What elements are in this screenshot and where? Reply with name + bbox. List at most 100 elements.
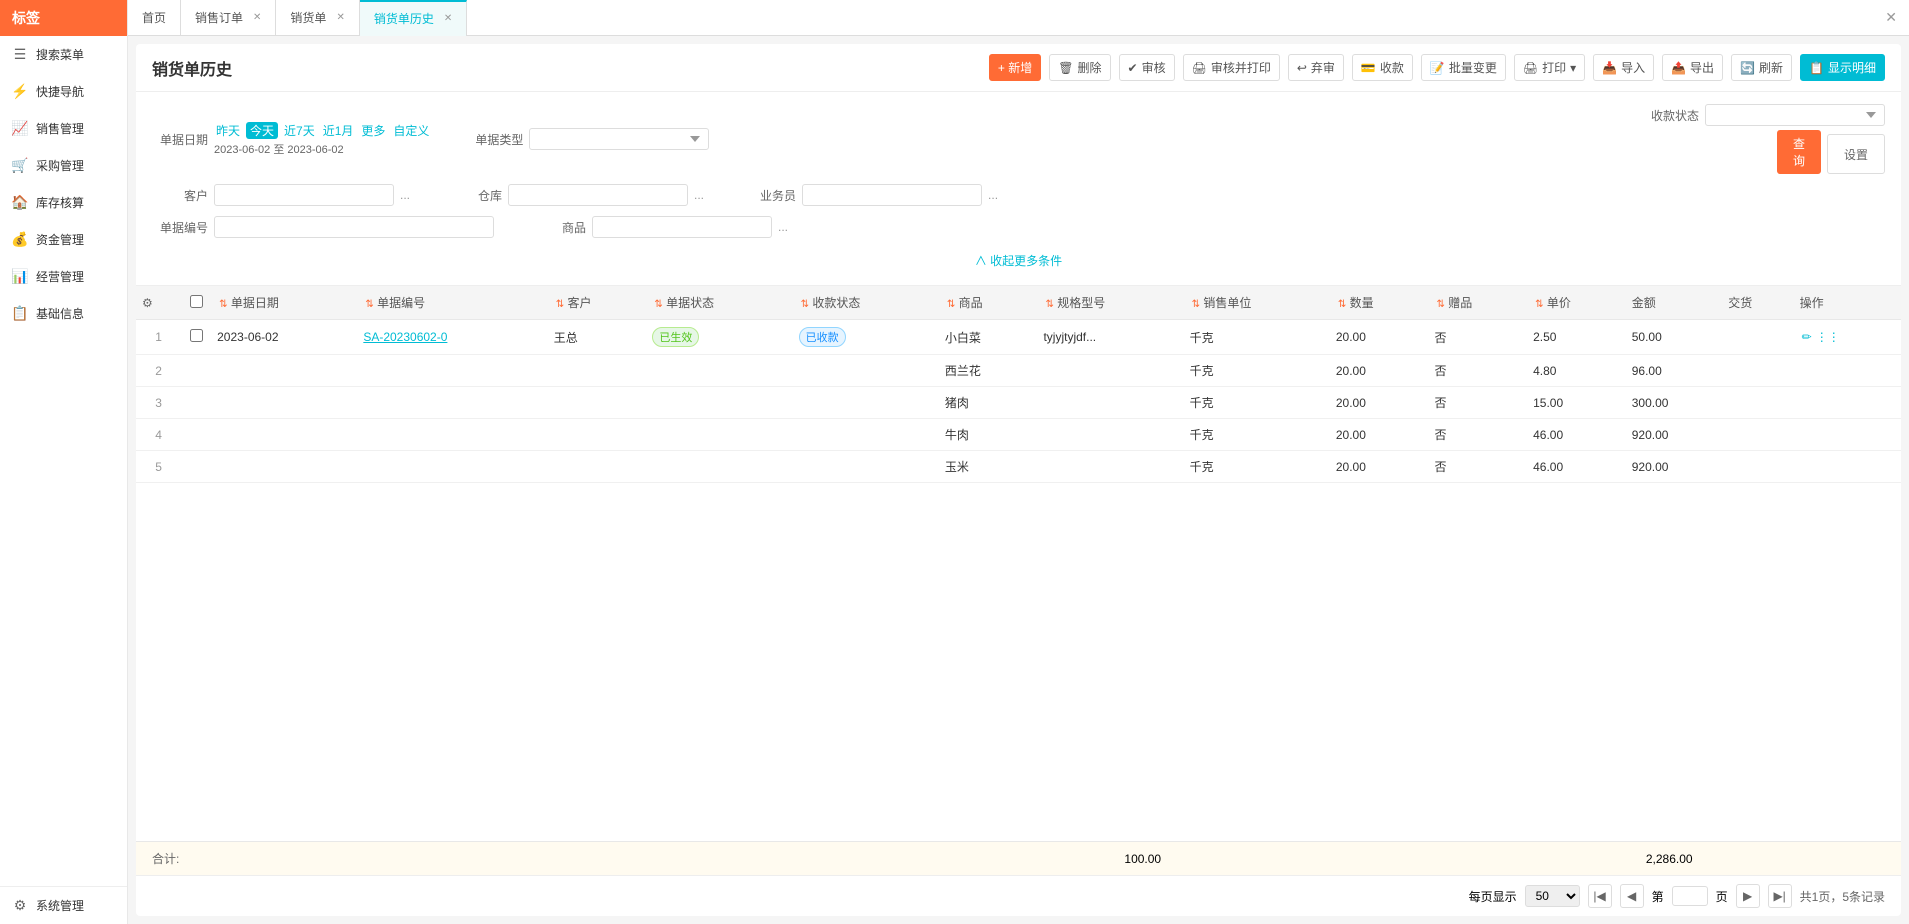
page-input[interactable]: 1 bbox=[1672, 886, 1708, 906]
delete-button[interactable]: 🗑 删除 bbox=[1049, 54, 1110, 81]
new-button[interactable]: + 新增 bbox=[989, 54, 1041, 81]
more-action[interactable]: ⋮⋮ bbox=[1816, 330, 1840, 344]
shortcut-1month[interactable]: 近1月 bbox=[321, 122, 356, 139]
shortcut-yesterday[interactable]: 昨天 bbox=[214, 122, 242, 139]
shortcut-7days[interactable]: 近7天 bbox=[282, 122, 317, 139]
select-all-checkbox[interactable] bbox=[190, 295, 203, 308]
filter-row-1: 单据日期 昨天 今天 近7天 近1月 更多 自定义 2023-06-02 至 2… bbox=[152, 104, 1885, 174]
col-header-customer: ⇅ 客户 bbox=[548, 286, 647, 320]
refresh-button[interactable]: 🔄 刷新 bbox=[1731, 54, 1792, 81]
first-page-button[interactable]: |◀ bbox=[1588, 884, 1612, 908]
row-goods: 西兰花 bbox=[939, 355, 1038, 387]
table-row: 3 猪肉 千克 20.00 否 15.00 300.00 bbox=[136, 387, 1901, 419]
row-amount: 50.00 bbox=[1626, 320, 1723, 355]
tab-sales-order-close[interactable]: ✕ bbox=[253, 12, 261, 23]
col-date-label: 单据日期 bbox=[231, 296, 279, 310]
warehouse-picker-icon[interactable]: ... bbox=[694, 188, 704, 202]
batch-change-button[interactable]: 📝 批量变更 bbox=[1421, 54, 1506, 81]
operations-icon: 📊 bbox=[12, 269, 28, 285]
col-no-sort-icon[interactable]: ⇅ bbox=[365, 299, 373, 310]
col-doc-status-sort-icon[interactable]: ⇅ bbox=[654, 299, 662, 310]
collapse-button[interactable]: ∧ 收起更多条件 bbox=[152, 248, 1885, 273]
shortcut-custom[interactable]: 自定义 bbox=[391, 122, 431, 139]
row-goods: 牛肉 bbox=[939, 419, 1038, 451]
next-page-button[interactable]: ▶ bbox=[1736, 884, 1760, 908]
tab-sales-goods-close[interactable]: ✕ bbox=[336, 12, 344, 23]
sidebar-item-inventory[interactable]: 🏠 库存核算 bbox=[0, 184, 127, 221]
tab-sales-goods[interactable]: 销货单 ✕ bbox=[276, 0, 359, 36]
doc-no-link[interactable]: SA-20230602-0 bbox=[363, 330, 447, 344]
col-qty-sort-icon[interactable]: ⇅ bbox=[1338, 299, 1346, 310]
tab-sales-history[interactable]: 销货单历史 ✕ bbox=[360, 0, 467, 36]
sidebar-item-finance[interactable]: 💰 资金管理 bbox=[0, 221, 127, 258]
row-checkbox[interactable] bbox=[190, 329, 203, 342]
sidebar-item-search-menu[interactable]: ☰ 搜索菜单 bbox=[0, 36, 127, 73]
shortcut-today[interactable]: 今天 bbox=[246, 122, 278, 139]
last-page-button[interactable]: ▶| bbox=[1768, 884, 1792, 908]
sidebar-item-quick-nav[interactable]: ⚡ 快捷导航 bbox=[0, 73, 127, 110]
row-trade bbox=[1722, 387, 1793, 419]
tab-bar-close-all[interactable]: ✕ bbox=[1873, 9, 1909, 26]
sidebar-item-label: 库存核算 bbox=[36, 194, 84, 211]
row-trade bbox=[1722, 355, 1793, 387]
salesperson-picker-icon[interactable]: ... bbox=[988, 188, 998, 202]
col-goods-sort-icon[interactable]: ⇅ bbox=[947, 299, 955, 310]
col-unit-sort-icon[interactable]: ⇅ bbox=[1192, 299, 1200, 310]
sidebar-item-system-mgmt[interactable]: ⚙ 系统管理 bbox=[0, 887, 127, 924]
col-collect-status-sort-icon[interactable]: ⇅ bbox=[801, 299, 809, 310]
page-size-label: 每页显示 bbox=[1469, 888, 1517, 905]
col-unit-label: 销售单位 bbox=[1203, 296, 1251, 310]
col-price-sort-icon[interactable]: ⇅ bbox=[1535, 299, 1543, 310]
row-collect-status bbox=[793, 387, 939, 419]
sidebar-item-operations[interactable]: 📊 经营管理 bbox=[0, 258, 127, 295]
export-button[interactable]: 📤 导出 bbox=[1662, 54, 1723, 81]
tab-sales-history-close[interactable]: ✕ bbox=[444, 13, 452, 24]
collect-button[interactable]: 💳 收款 bbox=[1352, 54, 1413, 81]
customer-picker-icon[interactable]: ... bbox=[400, 188, 410, 202]
goods-picker-icon[interactable]: ... bbox=[778, 220, 788, 234]
audit-print-button[interactable]: 🖨 审核并打印 bbox=[1183, 54, 1280, 81]
tab-home[interactable]: 首页 bbox=[128, 0, 181, 36]
prev-page-button[interactable]: ◀ bbox=[1620, 884, 1644, 908]
query-button[interactable]: 查询 bbox=[1777, 130, 1821, 174]
collect-status-select[interactable] bbox=[1705, 104, 1885, 126]
delete-icon: 🗑 bbox=[1058, 61, 1073, 75]
print-button[interactable]: 🖨 打印 ▾ bbox=[1514, 54, 1585, 81]
page-size-select[interactable]: 50 100 200 bbox=[1525, 885, 1580, 907]
import-button[interactable]: 📥 导入 bbox=[1593, 54, 1654, 81]
row-customer: 王总 bbox=[548, 320, 647, 355]
row-doc-status: 已生效 bbox=[646, 320, 792, 355]
col-gift-sort-icon[interactable]: ⇅ bbox=[1436, 299, 1444, 310]
row-no bbox=[357, 387, 547, 419]
col-qty-label: 数量 bbox=[1350, 296, 1374, 310]
customer-input[interactable] bbox=[214, 184, 394, 206]
audit-button[interactable]: ✔ 审核 bbox=[1119, 54, 1175, 81]
filter-row-3: 单据编号 商品 ... bbox=[152, 216, 1885, 238]
edit-action[interactable]: ✏ bbox=[1802, 330, 1812, 344]
customer-filter-item: 客户 ... bbox=[152, 184, 410, 206]
sidebar-item-basic-info[interactable]: 📋 基础信息 bbox=[0, 295, 127, 332]
collect-status-badge: 已收款 bbox=[799, 327, 846, 347]
goods-input[interactable] bbox=[592, 216, 772, 238]
warehouse-input[interactable] bbox=[508, 184, 688, 206]
col-date-sort-icon[interactable]: ⇅ bbox=[219, 299, 227, 310]
sidebar-item-purchase-mgmt[interactable]: 🛒 采购管理 bbox=[0, 147, 127, 184]
goods-filter-item: 商品 ... bbox=[530, 216, 788, 238]
col-spec-sort-icon[interactable]: ⇅ bbox=[1045, 299, 1053, 310]
doc-no-input[interactable] bbox=[214, 216, 494, 238]
shortcut-more[interactable]: 更多 bbox=[359, 122, 387, 139]
doc-type-select[interactable] bbox=[529, 128, 709, 150]
row-checkbox-cell bbox=[181, 355, 211, 387]
warehouse-filter-item: 仓库 ... bbox=[446, 184, 704, 206]
table-settings-icon[interactable]: ⚙ bbox=[142, 296, 153, 310]
col-customer-sort-icon[interactable]: ⇅ bbox=[556, 299, 564, 310]
salesperson-input[interactable] bbox=[802, 184, 982, 206]
tab-sales-order[interactable]: 销售订单 ✕ bbox=[181, 0, 276, 36]
abandon-button[interactable]: ↩ 弃审 bbox=[1288, 54, 1344, 81]
page-content: 销货单历史 + 新增 🗑 删除 ✔ 审核 🖨 审核并打印 ↩ 弃审 bbox=[136, 44, 1901, 916]
row-collect-status: 已收款 bbox=[793, 320, 939, 355]
set-button[interactable]: 设置 bbox=[1827, 134, 1885, 174]
sidebar-item-sales-mgmt[interactable]: 📈 销售管理 bbox=[0, 110, 127, 147]
show-detail-button[interactable]: 📋 显示明细 bbox=[1800, 54, 1885, 81]
sidebar-item-label: 经营管理 bbox=[36, 268, 84, 285]
